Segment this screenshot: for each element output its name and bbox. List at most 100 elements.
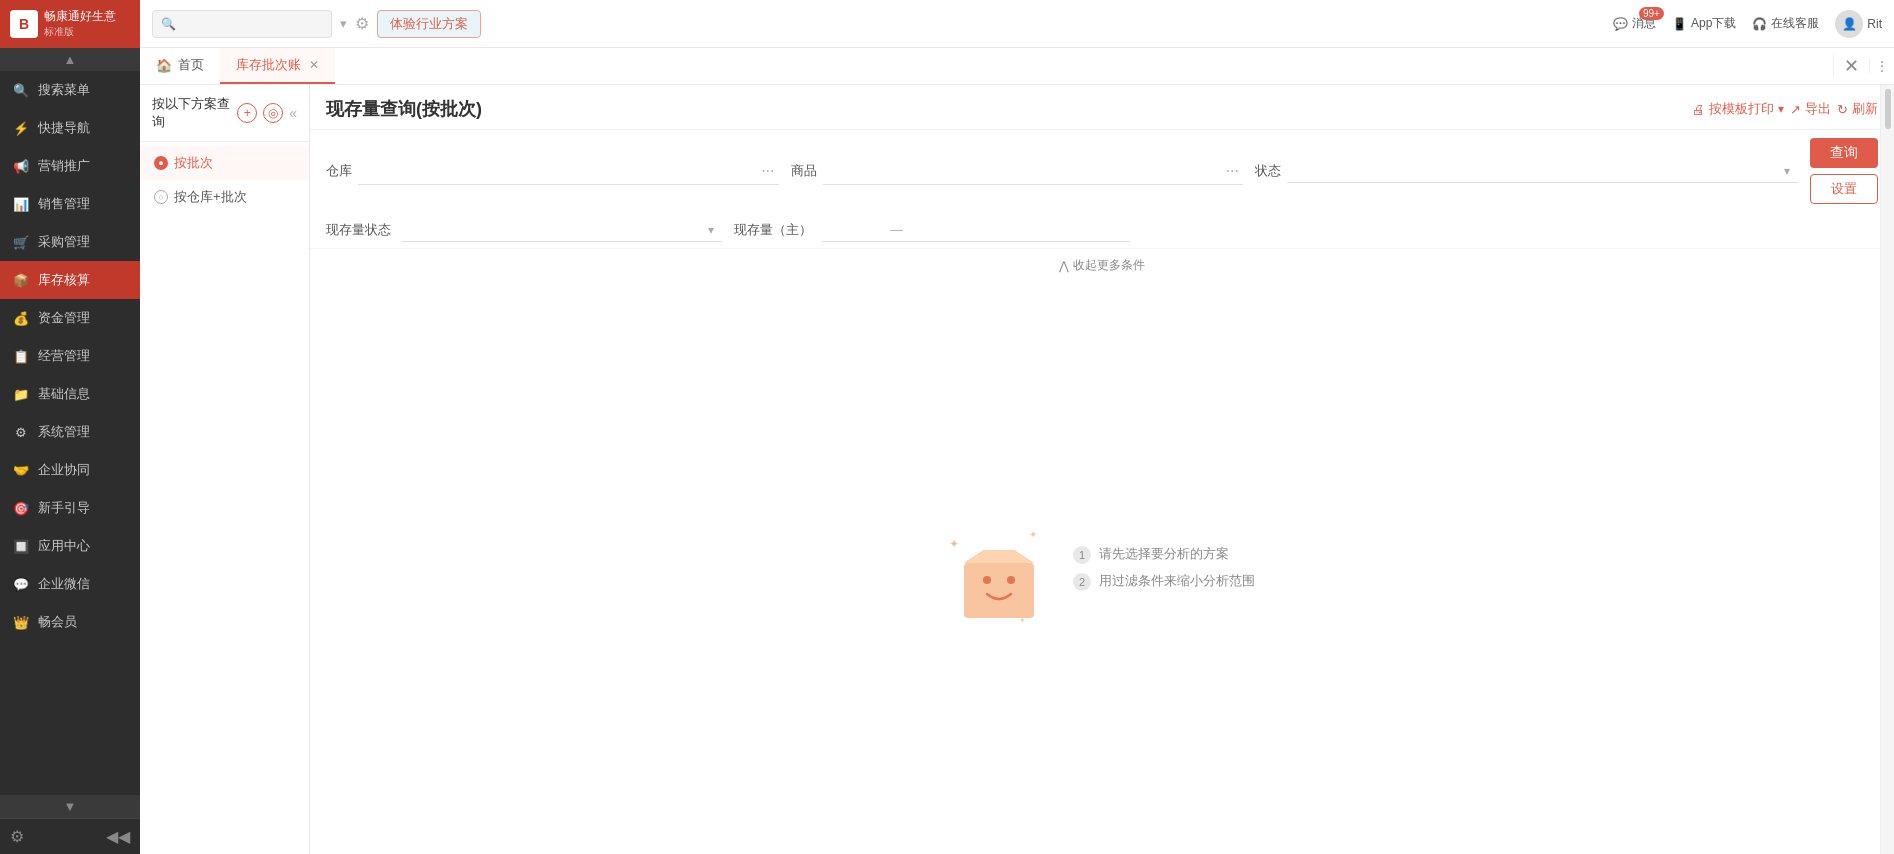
user-profile[interactable]: 👤 Rit (1835, 10, 1882, 38)
sidebar-item-label: 系统管理 (38, 423, 90, 441)
sidebar-item-newbie[interactable]: 🎯 新手引导 (0, 489, 140, 527)
sidebar-item-wechat[interactable]: 💬 企业微信 (0, 565, 140, 603)
collapse-panel-icon[interactable]: « (289, 105, 297, 121)
sidebar-nav: 🔍 搜索菜单 ⚡ 快捷导航 📢 营销推广 📊 销售管理 🛒 采购管理 📦 库存核… (0, 71, 140, 795)
sidebar-collapse-icon[interactable]: ◀◀ (106, 827, 130, 846)
topbar: 🔍 ▾ ⚙ 体验行业方案 💬 消息 99+ 📱 App下载 🎧 在线客服 (140, 0, 1894, 48)
inventory-icon: 📦 (12, 271, 30, 289)
empty-illustration: ✦ ✦ ✦ (949, 518, 1049, 618)
refresh-button[interactable]: ↻ 刷新 (1837, 100, 1878, 118)
sidebar-item-label: 企业协同 (38, 461, 90, 479)
stock-status-arrow: ▾ (708, 223, 714, 237)
tab-more-button[interactable]: ⋮ (1869, 59, 1894, 73)
scheme-settings-button[interactable]: ◎ (263, 103, 283, 123)
empty-steps: 1 请先选择要分析的方案 2 用过滤条件来缩小分析范围 (1073, 545, 1255, 591)
warehouse-dots-icon[interactable]: ··· (761, 162, 774, 180)
scheme-item-warehouse-batch[interactable]: ○ 按仓库+批次 (140, 180, 309, 214)
collapse-more-button[interactable]: ⋀ 收起更多条件 (310, 248, 1894, 282)
topbar-dropdown-icon[interactable]: ▾ (340, 16, 347, 31)
sidebar-item-basics[interactable]: 📁 基础信息 (0, 375, 140, 413)
sidebar-item-operations[interactable]: 📋 经营管理 (0, 337, 140, 375)
topbar-search-box[interactable]: 🔍 (152, 10, 332, 38)
purchase-icon: 🛒 (12, 233, 30, 251)
step-num-2: 2 (1073, 573, 1091, 591)
sidebar-item-marketing[interactable]: 📢 营销推广 (0, 147, 140, 185)
column-settings-button[interactable]: 设置 (1810, 174, 1878, 204)
collapse-more-label: 收起更多条件 (1073, 257, 1145, 274)
svg-rect-0 (964, 563, 1034, 618)
qty-dash: — (890, 222, 903, 237)
quicknav-icon: ⚡ (12, 119, 30, 137)
stock-qty-label: 现存量（主） (734, 221, 812, 239)
chevron-up-icon: ⋀ (1059, 259, 1069, 273)
empty-step-2: 2 用过滤条件来缩小分析范围 (1073, 572, 1255, 591)
svg-text:✦: ✦ (1019, 616, 1026, 625)
action-buttons: 🖨 按模板打印 ▾ ↗ 导出 ↻ 刷新 (1692, 100, 1878, 118)
query-button[interactable]: 查询 (1810, 138, 1878, 168)
sidebar-item-system[interactable]: ⚙ 系统管理 (0, 413, 140, 451)
sidebar-item-purchase[interactable]: 🛒 采购管理 (0, 223, 140, 261)
left-panel-actions: + ◎ « (237, 103, 297, 123)
goods-input-wrapper[interactable]: ··· (823, 158, 1244, 185)
message-button[interactable]: 💬 消息 99+ (1613, 15, 1656, 32)
action-col: 查询 设置 (1810, 138, 1878, 204)
sidebar-item-quicknav[interactable]: ⚡ 快捷导航 (0, 109, 140, 147)
scrollbar-thumb (1885, 89, 1891, 129)
customer-service-button[interactable]: 🎧 在线客服 (1752, 15, 1819, 32)
message-badge: 99+ (1639, 7, 1664, 20)
sidebar-item-label: 营销推广 (38, 157, 90, 175)
refresh-label: 刷新 (1852, 100, 1878, 118)
sidebar-item-sales[interactable]: 📊 销售管理 (0, 185, 140, 223)
qty-range-input[interactable]: — (822, 218, 1130, 242)
tab-batch-label: 库存批次账 (236, 56, 301, 74)
sidebar-item-member[interactable]: 👑 畅会员 (0, 603, 140, 641)
scheme-item-label: 按批次 (174, 154, 213, 172)
app-download-label: App下载 (1691, 15, 1736, 32)
stock-status-dropdown[interactable]: ▾ (401, 219, 722, 242)
sidebar-scroll-up[interactable]: ▲ (0, 48, 140, 71)
sidebar: B 畅康通好生意 标准版 ▲ 🔍 搜索菜单 ⚡ 快捷导航 📢 营销推广 📊 销售… (0, 0, 140, 854)
sidebar-item-inventory[interactable]: 📦 库存核算 (0, 261, 140, 299)
print-dropdown-icon[interactable]: ▾ (1778, 102, 1784, 116)
goods-dots-icon[interactable]: ··· (1226, 162, 1239, 180)
print-button[interactable]: 🖨 按模板打印 ▾ (1692, 100, 1784, 118)
status-dropdown[interactable]: ▾ (1287, 160, 1798, 183)
filter-title-bar: 现存量查询(按批次) 🖨 按模板打印 ▾ ↗ 导出 (310, 85, 1894, 130)
filter-actions: 🖨 按模板打印 ▾ ↗ 导出 ↻ 刷新 (1692, 100, 1878, 118)
status-dropdown-arrow: ▾ (1784, 164, 1790, 178)
add-scheme-button[interactable]: + (237, 103, 257, 123)
print-label: 按模板打印 (1709, 100, 1774, 118)
sidebar-item-label: 应用中心 (38, 537, 90, 555)
qty-to-input[interactable] (907, 222, 967, 237)
sidebar-settings-icon[interactable]: ⚙ (10, 827, 24, 846)
status-filter-group: 状态 ▾ (1255, 160, 1798, 183)
tab-batch[interactable]: 库存批次账 ✕ (220, 48, 335, 84)
tab-close-button[interactable]: ✕ (309, 58, 319, 72)
tab-home[interactable]: 🏠 首页 (140, 48, 220, 84)
marketing-icon: 📢 (12, 157, 30, 175)
stock-status-label: 现存量状态 (326, 221, 391, 239)
scheme-item-batch[interactable]: ● 按批次 (140, 146, 309, 180)
step-2-text: 用过滤条件来缩小分析范围 (1099, 572, 1255, 590)
topbar-settings-icon[interactable]: ⚙ (355, 14, 369, 33)
app-download-button[interactable]: 📱 App下载 (1672, 15, 1736, 32)
sidebar-item-finance[interactable]: 💰 资金管理 (0, 299, 140, 337)
sidebar-header: B 畅康通好生意 标准版 (0, 0, 140, 48)
svg-text:✦: ✦ (949, 537, 959, 551)
qty-from-input[interactable] (826, 222, 886, 237)
sidebar-item-search[interactable]: 🔍 搜索菜单 (0, 71, 140, 109)
app-logo: B (10, 10, 38, 38)
sidebar-item-appcenter[interactable]: 🔲 应用中心 (0, 527, 140, 565)
export-label: 导出 (1805, 100, 1831, 118)
industry-solution-button[interactable]: 体验行业方案 (377, 10, 481, 38)
warehouse-input-wrapper[interactable]: ··· (358, 158, 779, 185)
user-avatar: 👤 (1835, 10, 1863, 38)
sidebar-item-enterprise[interactable]: 🤝 企业协同 (0, 451, 140, 489)
export-icon: ↗ (1790, 102, 1801, 117)
close-panel-button[interactable]: ✕ (1833, 55, 1869, 77)
export-button[interactable]: ↗ 导出 (1790, 100, 1831, 118)
sidebar-scroll-down[interactable]: ▼ (0, 795, 140, 818)
page-title: 现存量查询(按批次) (326, 97, 482, 121)
user-name: Rit (1867, 17, 1882, 31)
right-scrollbar[interactable] (1880, 85, 1894, 854)
